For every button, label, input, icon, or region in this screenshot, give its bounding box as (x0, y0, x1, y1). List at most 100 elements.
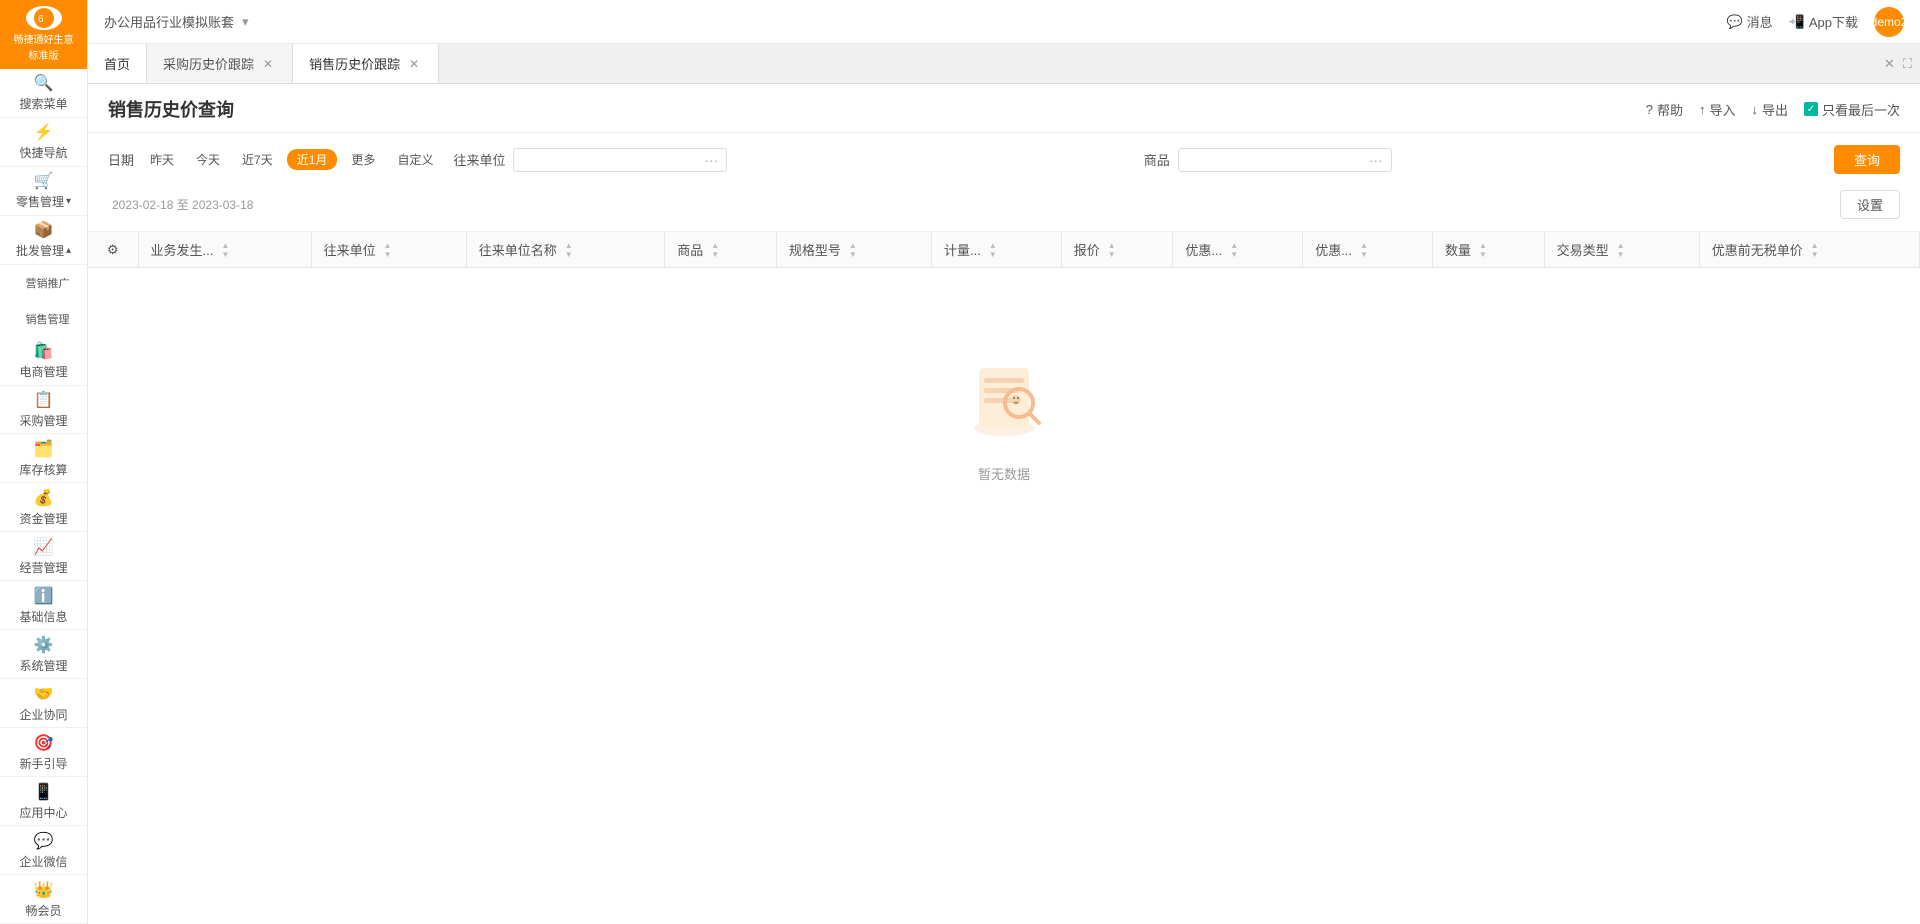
only-last-checkbox[interactable]: ✓ 只看最后一次 (1804, 100, 1900, 119)
th-trade-type[interactable]: 交易类型 ▲▼ (1544, 232, 1699, 268)
sidebar-item-system-mgmt[interactable]: ⚙️ 系统管理 (0, 630, 87, 679)
th-product[interactable]: 商品 ▲▼ (665, 232, 777, 268)
th-partner-name[interactable]: 往来单位名称 ▲▼ (466, 232, 664, 268)
date-label: 日期 (108, 150, 134, 169)
th-unit[interactable]: 计量... ▲▼ (931, 232, 1061, 268)
partner-dots-icon: ··· (704, 152, 718, 168)
tab-purchase-history[interactable]: 采购历史价跟踪 ✕ (147, 44, 293, 83)
sidebar-item-enterprise-collab[interactable]: 🤝 企业协同 (0, 679, 87, 728)
product-input-wrapper[interactable]: ··· (1178, 148, 1392, 172)
empty-illustration (954, 348, 1054, 448)
date-filter-btns: 昨天 今天 近7天 近1月 更多 自定义 (142, 149, 441, 170)
setting-button[interactable]: 设置 (1840, 190, 1900, 219)
checkbox-checked-icon: ✓ (1804, 102, 1818, 116)
system-mgmt-icon: ⚙️ (34, 635, 54, 655)
export-btn[interactable]: ↓ 导出 (1751, 100, 1788, 119)
sidebar-item-ecommerce-mgmt[interactable]: 🛍️ 电商管理 (0, 337, 87, 386)
sidebar-item-sales-mgmt[interactable]: 销售管理 (8, 301, 87, 337)
date-btn-custom[interactable]: 自定义 (389, 149, 441, 170)
sidebar-item-member[interactable]: 👑 畅会员 (0, 875, 87, 924)
th-quantity-label: 数量 (1445, 240, 1471, 259)
page-title: 销售历史价查询 (108, 96, 234, 122)
sidebar-item-basic-info[interactable]: ℹ️ 基础信息 (0, 581, 87, 630)
partner-input[interactable] (522, 152, 698, 167)
sidebar-item-new-guide[interactable]: 🎯 新手引导 (0, 728, 87, 777)
app-download-btn[interactable]: 📲 App下载 (1789, 12, 1858, 31)
dropdown-icon[interactable]: ▾ (242, 14, 249, 30)
new-guide-icon: 🎯 (34, 733, 54, 753)
sidebar-item-retail-mgmt[interactable]: 🛒 零售管理 ▾ (0, 167, 87, 216)
sidebar-item-search-menu[interactable]: 🔍 搜索菜单 (0, 69, 87, 118)
date-range-display: 2023-02-18 至 2023-03-18 (112, 196, 253, 213)
retail-mgmt-icon: 🛒 (34, 171, 54, 191)
message-btn[interactable]: 💬 消息 (1726, 12, 1772, 31)
logo-icon: 6 (26, 6, 62, 30)
avatar[interactable]: demo2 (1874, 7, 1904, 37)
brand-name: 畅捷通好生意 (14, 34, 74, 47)
th-discount1[interactable]: 优惠... ▲▼ (1173, 232, 1303, 268)
th-partner-code[interactable]: 往来单位 ▲▼ (311, 232, 466, 268)
filter-actions: 查询 (1834, 145, 1900, 174)
partner-label: 往来单位 (453, 150, 505, 169)
date-btn-today[interactable]: 今天 (188, 149, 228, 170)
date-btn-last7days[interactable]: 近7天 (234, 149, 281, 170)
table-container: ⚙ 业务发生... ▲▼ 往来单位 ▲▼ (88, 232, 1920, 563)
sidebar-item-quick-nav[interactable]: ⚡ 快捷导航 (0, 118, 87, 167)
tab-home[interactable]: 首页 (88, 44, 147, 83)
sort-icon: ▲▼ (1360, 241, 1368, 259)
query-button[interactable]: 查询 (1834, 145, 1900, 174)
export-icon: ↓ (1751, 102, 1758, 117)
sidebar-item-label: 营销推广 (26, 275, 70, 291)
sidebar-item-operation-mgmt[interactable]: 📈 经营管理 (0, 532, 87, 581)
sidebar-item-enterprise-wechat[interactable]: 💬 企业微信 (0, 826, 87, 875)
sidebar-item-label: 零售管理 (16, 193, 64, 210)
th-trade-type-label: 交易类型 (1557, 240, 1609, 259)
date-btn-yesterday[interactable]: 昨天 (142, 149, 182, 170)
sidebar-item-label: 搜索菜单 (19, 95, 67, 112)
tab-sales-history[interactable]: 销售历史价跟踪 ✕ (293, 44, 439, 83)
th-quantity[interactable]: 数量 ▲▼ (1432, 232, 1544, 268)
import-btn[interactable]: ↑ 导入 (1699, 100, 1736, 119)
sidebar-item-label: 库存核算 (19, 461, 67, 478)
brand-subtitle: 标准版 (29, 47, 59, 62)
date-btn-last1month[interactable]: 近1月 (287, 149, 338, 170)
tab-close-icon[interactable]: ✕ (406, 56, 422, 72)
page-header: 销售历史价查询 ? 帮助 ↑ 导入 ↓ 导出 ✓ 只看最后一次 (88, 84, 1920, 133)
date-btn-more[interactable]: 更多 (343, 149, 383, 170)
date-filter-group: 日期 昨天 今天 近7天 近1月 更多 自定义 (108, 149, 441, 170)
top-header: 办公用品行业模拟账套 ▾ 💬 消息 📲 App下载 demo2 (88, 0, 1920, 44)
tab-close-icon[interactable]: ✕ (260, 56, 276, 72)
th-quoted-price[interactable]: 报价 ▲▼ (1061, 232, 1173, 268)
partner-input-wrapper[interactable]: ··· (513, 148, 727, 172)
help-btn[interactable]: ? 帮助 (1646, 100, 1683, 119)
sidebar-item-label: 批发管理 (16, 242, 64, 259)
th-gear[interactable]: ⚙ (88, 232, 138, 268)
fullscreen-icon[interactable]: ⛶ (1903, 56, 1912, 72)
sidebar-item-label: 快捷导航 (19, 144, 67, 161)
tab-bar: 首页 采购历史价跟踪 ✕ 销售历史价跟踪 ✕ ✕ ⛶ (88, 44, 1920, 84)
sort-icon: ▲▼ (1230, 241, 1238, 259)
app-center-icon: 📱 (34, 782, 54, 802)
sidebar-item-app-center[interactable]: 📱 应用中心 (0, 777, 87, 826)
th-pretax-price[interactable]: 优惠前无税单价 ▲▼ (1699, 232, 1919, 268)
sidebar-item-marketing[interactable]: 营销推广 (8, 265, 87, 301)
sidebar-item-inventory-check[interactable]: 🗂️ 库存核算 (0, 434, 87, 483)
sort-icon: ▲▼ (565, 241, 573, 259)
ecommerce-mgmt-icon: 🛍️ (34, 341, 54, 361)
close-all-icon[interactable]: ✕ (1884, 56, 1895, 72)
main-area: 办公用品行业模拟账套 ▾ 💬 消息 📲 App下载 demo2 首页 采购历史价… (88, 0, 1920, 924)
sidebar-item-wholesale-mgmt[interactable]: 📦 批发管理 ▴ (0, 216, 87, 265)
product-input[interactable] (1187, 152, 1363, 167)
th-discount2[interactable]: 优惠... ▲▼ (1303, 232, 1433, 268)
sidebar-logo: 6 畅捷通好生意 标准版 (0, 0, 87, 69)
th-spec[interactable]: 规格型号 ▲▼ (776, 232, 931, 268)
data-table: ⚙ 业务发生... ▲▼ 往来单位 ▲▼ (88, 232, 1920, 268)
wholesale-mgmt-icon: 📦 (34, 220, 54, 240)
help-icon: ? (1646, 102, 1653, 117)
empty-state: 暂无数据 (88, 268, 1920, 563)
quick-nav-icon: ⚡ (34, 122, 54, 142)
member-icon: 👑 (34, 880, 54, 900)
sidebar-item-finance-mgmt[interactable]: 💰 资金管理 (0, 483, 87, 532)
sidebar-item-purchase-mgmt[interactable]: 📋 采购管理 (0, 386, 87, 435)
th-biz-date[interactable]: 业务发生... ▲▼ (138, 232, 311, 268)
